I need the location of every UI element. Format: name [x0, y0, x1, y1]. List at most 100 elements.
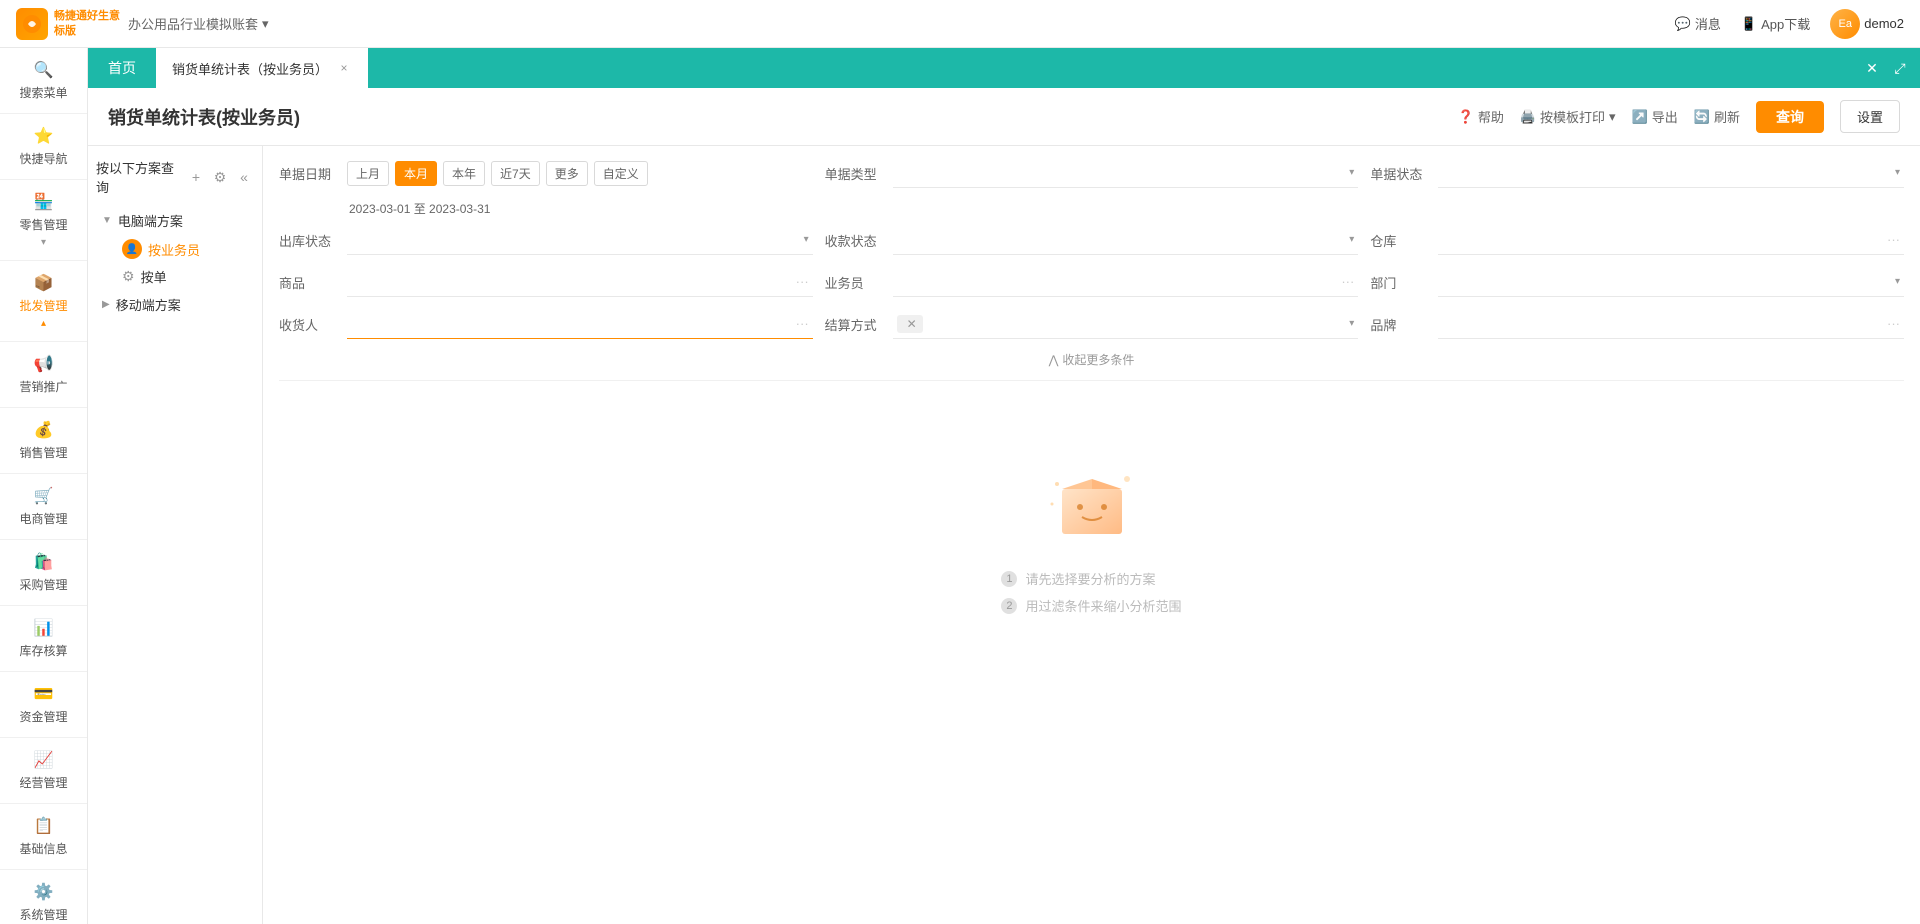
app-download-action[interactable]: 📱 App下载: [1741, 14, 1810, 33]
search-icon: 🔍: [34, 60, 54, 80]
brand-label: 品牌: [1370, 315, 1430, 334]
empty-tip-2: 2 用过滤条件来缩小分析范围: [1001, 596, 1181, 615]
settle-label: 结算方式: [825, 315, 885, 334]
collapse-up-icon: ⋀: [1049, 353, 1059, 367]
sidebar-item-sales[interactable]: 💰 销售管理: [0, 408, 87, 474]
doc-status-input[interactable]: ▾: [1438, 158, 1904, 188]
tab-home[interactable]: 首页: [88, 48, 156, 88]
settings-icon: ⚙: [214, 169, 227, 186]
sidebar-item-inventory[interactable]: 📊 库存核算: [0, 606, 87, 672]
sidebar-item-basic-info[interactable]: 📋 基础信息: [0, 804, 87, 870]
tree-section-label: 电脑端方案: [118, 211, 183, 230]
message-action[interactable]: 💬 消息: [1675, 14, 1721, 33]
settle-tag-close-button[interactable]: ✕: [907, 317, 917, 331]
date-btn-7days[interactable]: 近7天: [491, 161, 540, 186]
sidebar-item-finance[interactable]: 💳 资金管理: [0, 672, 87, 738]
sidebar-item-wholesale[interactable]: 📦 批发管理 ▴: [0, 261, 87, 342]
tree-item-by-staff[interactable]: 👤 按业务员: [116, 235, 254, 263]
add-icon: +: [192, 169, 200, 185]
message-icon: 💬: [1675, 16, 1691, 32]
doc-type-input[interactable]: ▾: [893, 158, 1359, 188]
settle-input[interactable]: ✕ ▾: [893, 309, 1359, 339]
settle-arrow-icon: ▾: [1349, 318, 1354, 329]
tree-item-by-order[interactable]: ⚙ 按单: [116, 263, 254, 290]
date-btn-custom[interactable]: 自定义: [594, 161, 648, 186]
goods-label: 商品: [279, 273, 339, 292]
settings-button[interactable]: 设置: [1840, 100, 1900, 133]
warehouse-label: 仓库: [1370, 231, 1430, 250]
out-status-input[interactable]: ▾: [347, 225, 813, 255]
retail-icon: 🏪: [34, 192, 54, 212]
sidebar-item-system[interactable]: ⚙️ 系统管理: [0, 870, 87, 924]
logo-icon: [16, 8, 48, 40]
date-option-label: 更多: [555, 167, 579, 181]
brand-input[interactable]: ···: [1438, 309, 1904, 339]
warehouse-input[interactable]: ···: [1438, 225, 1904, 255]
tree-item-pc-section[interactable]: ▼ 电脑端方案: [96, 206, 254, 235]
sidebar-item-search[interactable]: 🔍 搜索菜单: [0, 48, 87, 114]
chevron-down-icon: ▾: [262, 16, 269, 32]
sidebar-item-retail[interactable]: 🏪 零售管理 ▾: [0, 180, 87, 261]
download-icon: 📱: [1741, 16, 1757, 32]
tree-arrow-down-icon: ▼: [102, 215, 112, 226]
sidebar-item-purchase[interactable]: 🛍️ 采购管理: [0, 540, 87, 606]
help-button[interactable]: ❓ 帮助: [1458, 107, 1504, 126]
sidebar-item-label: 系统管理: [19, 906, 67, 923]
settings-scheme-button[interactable]: ⚙: [210, 167, 230, 187]
tree-item-mobile-section[interactable]: ▶ 移动端方案: [96, 290, 254, 319]
breadcrumb-dropdown[interactable]: 办公用品行业模拟账套 ▾: [128, 14, 269, 33]
export-button[interactable]: ↗️ 导出: [1632, 107, 1678, 126]
tree-arrow-right-icon: ▶: [102, 299, 110, 310]
sidebar-item-operations[interactable]: 📈 经营管理: [0, 738, 87, 804]
sidebar-item-label: 采购管理: [19, 576, 67, 593]
date-option-label: 上月: [356, 167, 380, 181]
ecommerce-icon: 🛒: [34, 486, 54, 506]
print-label: 按模板打印: [1540, 107, 1605, 126]
tab-close-all-button[interactable]: ✕: [1860, 56, 1884, 80]
body-section: 按以下方案查询 + ⚙ «: [88, 146, 1920, 924]
user-profile[interactable]: Ea demo2: [1830, 9, 1904, 39]
sidebar: 🔍 搜索菜单 ⭐ 快捷导航 🏪 零售管理 ▾ 📦 批发管理 ▴ 📢 营销推广 💰…: [0, 48, 88, 924]
sidebar-item-marketing[interactable]: 📢 营销推广: [0, 342, 87, 408]
collapse-panel-button[interactable]: «: [234, 167, 254, 187]
print-button[interactable]: 🖨️ 按模板打印 ▾: [1520, 107, 1616, 126]
refresh-button[interactable]: 🔄 刷新: [1694, 107, 1740, 126]
filter-cell-doc-status: 单据状态 ▾: [1370, 158, 1904, 188]
date-btn-last-month[interactable]: 上月: [347, 161, 389, 186]
sidebar-item-label: 基础信息: [19, 840, 67, 857]
staff-input[interactable]: ···: [893, 267, 1359, 297]
empty-tip-1: 1 请先选择要分析的方案: [1001, 569, 1181, 588]
receiver-dots: ···: [796, 316, 809, 331]
active-scheme-dot: 👤: [122, 239, 142, 259]
doc-type-label: 单据类型: [825, 164, 885, 183]
date-filter: 上月 本月 本年 近7天: [347, 161, 813, 186]
sidebar-item-ecommerce[interactable]: 🛒 电商管理: [0, 474, 87, 540]
dept-input[interactable]: ▾: [1438, 267, 1904, 297]
page-header-actions: ❓ 帮助 🖨️ 按模板打印 ▾ ↗️ 导出 🔄 刷新: [1458, 100, 1900, 133]
date-btn-this-year[interactable]: 本年: [443, 161, 485, 186]
receiver-input[interactable]: ···: [347, 309, 813, 339]
tab-close-button[interactable]: ×: [336, 60, 352, 76]
filter-cell-dept: 部门 ▾: [1370, 267, 1904, 297]
basic-info-icon: 📋: [34, 816, 54, 836]
date-btn-more[interactable]: 更多: [546, 161, 588, 186]
settle-tag: ✕: [897, 315, 923, 333]
tab-maximize-button[interactable]: ⤢: [1888, 56, 1912, 80]
tab-active[interactable]: 销货单统计表（按业务员） ×: [156, 48, 368, 88]
doc-type-arrow-icon: ▾: [1349, 167, 1354, 178]
sales-icon: 💰: [34, 420, 54, 440]
filter-cell-out-status: 出库状态 ▾: [279, 225, 813, 255]
top-header: 畅捷通好生意 标版 办公用品行业模拟账套 ▾ 💬 消息 📱 App下载 Ea d…: [0, 0, 1920, 48]
user-name: demo2: [1864, 16, 1904, 31]
goods-input[interactable]: ···: [347, 267, 813, 297]
date-label: 单据日期: [279, 164, 339, 183]
filter-row-3: 商品 ··· 业务员 ···: [279, 267, 1904, 297]
query-button[interactable]: 查询: [1756, 101, 1824, 133]
date-btn-this-month[interactable]: 本月: [395, 161, 437, 186]
receive-status-label: 收款状态: [825, 231, 885, 250]
staff-icon: 👤: [126, 244, 138, 255]
receive-status-input[interactable]: ▾: [893, 225, 1359, 255]
add-scheme-button[interactable]: +: [186, 167, 206, 187]
collapse-filter-button[interactable]: ⋀ 收起更多条件: [279, 351, 1904, 368]
sidebar-item-shortcuts[interactable]: ⭐ 快捷导航: [0, 114, 87, 180]
